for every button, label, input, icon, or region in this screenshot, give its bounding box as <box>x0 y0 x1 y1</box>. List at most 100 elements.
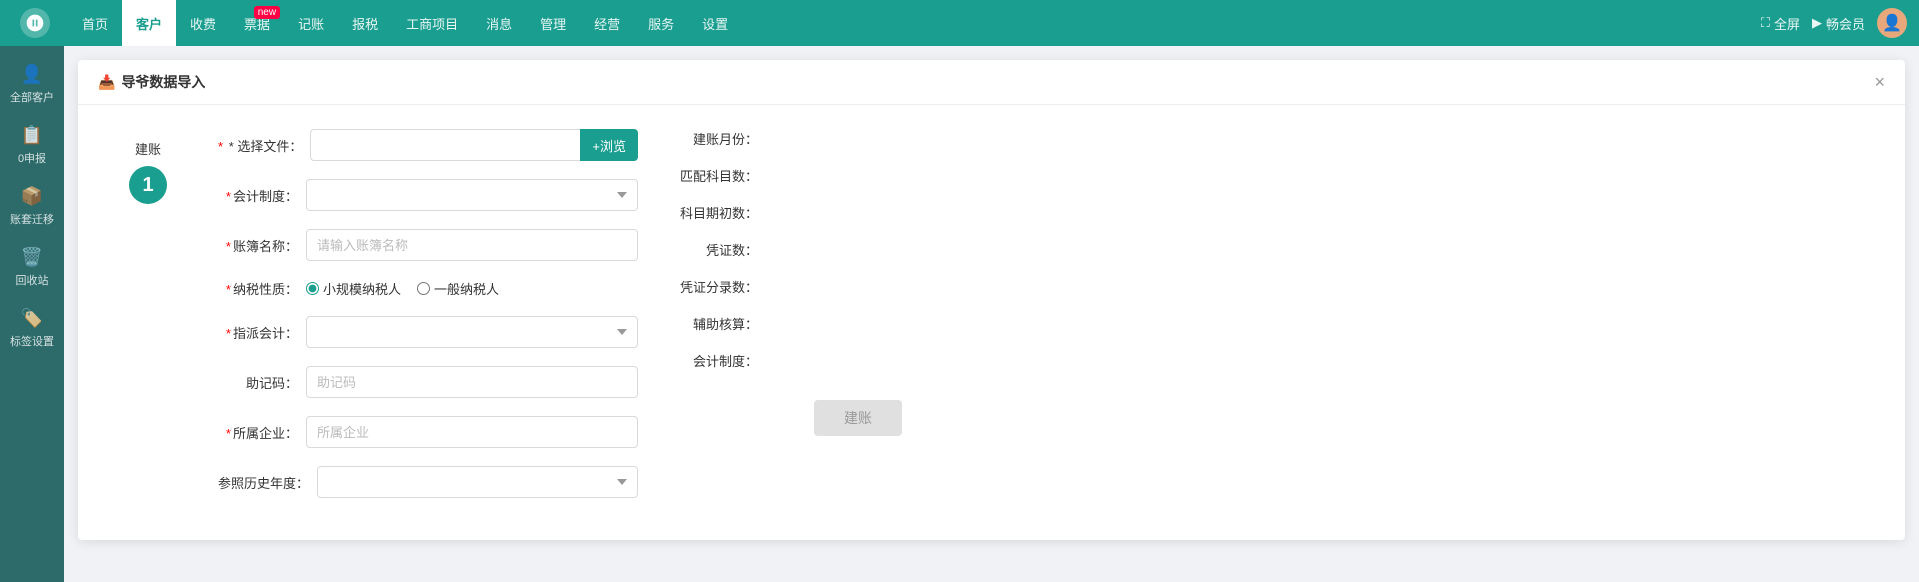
info-accounting-system-row: 会计制度： <box>668 351 1048 370</box>
tax-type-radio-group: 小规模纳税人 一般纳税人 <box>306 279 638 298</box>
nav-item-message[interactable]: 消息 <box>472 0 526 46</box>
auxiliary-label: 辅助核算： <box>668 314 758 333</box>
sidebar-item-tags[interactable]: 🏷️ 标签设置 <box>0 300 64 357</box>
migration-icon: 📦 <box>21 186 43 207</box>
affiliated-company-label: *所属企业： <box>218 423 298 442</box>
accounting-system-label: *会计制度： <box>218 186 298 205</box>
reference-year-select[interactable] <box>317 466 638 498</box>
file-input-wrap: +浏览 <box>310 129 638 161</box>
voucher-count-label: 凭证数： <box>668 240 758 259</box>
sidebar-item-migration[interactable]: 📦 账套迁移 <box>0 178 64 235</box>
logo[interactable] <box>12 0 58 46</box>
match-subjects-row: 匹配科目数： <box>668 166 1048 185</box>
memo-code-label: 助记码： <box>218 373 298 392</box>
memo-code-input[interactable] <box>306 366 638 398</box>
new-badge: new <box>254 6 280 19</box>
nav-item-invoice[interactable]: 票据 new <box>230 0 284 46</box>
info-accounting-system-label: 会计制度： <box>668 351 758 370</box>
assign-accountant-row: *指派会计： <box>218 316 638 348</box>
nav-item-operation[interactable]: 经营 <box>580 0 634 46</box>
vip-label: 畅会员 <box>1826 14 1865 33</box>
ledger-name-label: *账簿名称： <box>218 236 298 255</box>
info-section: 建账月份： 匹配科目数： 科目期初数： 凭证数： <box>668 129 1048 516</box>
voucher-count-row: 凭证数： <box>668 240 1048 259</box>
import-icon: 📥 <box>98 74 115 91</box>
subject-initial-label: 科目期初数： <box>668 203 758 222</box>
select-file-row: * * 选择文件： +浏览 <box>218 129 638 161</box>
close-button[interactable]: × <box>1874 73 1885 91</box>
build-month-row: 建账月份： <box>668 129 1048 148</box>
accounting-system-row: *会计制度： <box>218 179 638 211</box>
small-taxpayer-option[interactable]: 小规模纳税人 <box>306 279 401 298</box>
sidebar-item-label-recycle: 回收站 <box>16 272 49 288</box>
accounting-system-select[interactable] <box>306 179 638 211</box>
auxiliary-row: 辅助核算： <box>668 314 1048 333</box>
nav-items: 首页 客户 收费 票据 new 记账 报税 工商项目 消息 管理 经营 服务 设… <box>68 0 1761 46</box>
step-section: 建账 1 <box>108 129 188 516</box>
browse-button[interactable]: +浏览 <box>580 129 638 161</box>
nav-right: ⛶ 全屏 ▶ 畅会员 👤 <box>1761 8 1907 38</box>
logo-icon <box>20 8 50 38</box>
nav-item-manage[interactable]: 管理 <box>526 0 580 46</box>
main-layout: 👤 全部客户 📋 0申报 📦 账套迁移 🗑️ 回收站 🏷️ 标签设置 📥 <box>0 46 1919 582</box>
recycle-icon: 🗑️ <box>21 247 43 268</box>
nav-item-client[interactable]: 客户 <box>122 0 176 46</box>
small-taxpayer-radio[interactable] <box>306 282 319 295</box>
build-btn-row: 建账 <box>668 390 1048 436</box>
affiliated-company-row: *所属企业： <box>218 416 638 448</box>
memo-code-row: 助记码： <box>218 366 638 398</box>
vip-button[interactable]: ▶ 畅会员 <box>1812 14 1865 33</box>
form-section: * * 选择文件： +浏览 *会计制度： <box>218 129 638 516</box>
step-number: 1 <box>142 174 153 197</box>
all-clients-icon: 👤 <box>21 64 43 85</box>
subject-initial-row: 科目期初数： <box>668 203 1048 222</box>
nav-item-settings[interactable]: 设置 <box>688 0 742 46</box>
fullscreen-icon: ⛶ <box>1761 15 1770 31</box>
reference-year-row: 参照历史年度： <box>218 466 638 498</box>
assign-accountant-label: *指派会计： <box>218 323 298 342</box>
select-file-label: * * 选择文件： <box>218 136 302 155</box>
assign-accountant-select[interactable] <box>306 316 638 348</box>
dialog-title: 📥 导爷数据导入 <box>98 72 205 92</box>
sidebar: 👤 全部客户 📋 0申报 📦 账套迁移 🗑️ 回收站 🏷️ 标签设置 <box>0 46 64 582</box>
fullscreen-button[interactable]: ⛶ 全屏 <box>1761 14 1800 33</box>
nav-item-tax[interactable]: 报税 <box>338 0 392 46</box>
step-circle: 1 <box>129 166 167 204</box>
dialog: 📥 导爷数据导入 × 建账 1 <box>78 60 1905 540</box>
avatar[interactable]: 👤 <box>1877 8 1907 38</box>
affiliated-company-input[interactable] <box>306 416 638 448</box>
step-label: 建账 <box>135 139 161 158</box>
sidebar-item-label-tags: 标签设置 <box>10 333 54 349</box>
file-input[interactable] <box>310 129 580 161</box>
nav-item-bookkeeping[interactable]: 记账 <box>284 0 338 46</box>
reference-year-label: 参照历史年度： <box>218 473 309 492</box>
general-taxpayer-option[interactable]: 一般纳税人 <box>417 279 499 298</box>
sidebar-item-label-declaration: 0申报 <box>18 150 46 166</box>
voucher-entries-label: 凭证分录数： <box>668 277 758 296</box>
top-nav: 首页 客户 收费 票据 new 记账 报税 工商项目 消息 管理 经营 服务 设… <box>0 0 1919 46</box>
dialog-title-text: 导爷数据导入 <box>121 72 205 92</box>
voucher-entries-row: 凭证分录数： <box>668 277 1048 296</box>
build-month-label: 建账月份： <box>668 129 758 148</box>
dialog-header: 📥 导爷数据导入 × <box>78 60 1905 105</box>
sidebar-item-declaration[interactable]: 📋 0申报 <box>0 117 64 174</box>
sidebar-item-label-clients: 全部客户 <box>10 89 54 105</box>
nav-item-service[interactable]: 服务 <box>634 0 688 46</box>
nav-item-business[interactable]: 工商项目 <box>392 0 472 46</box>
general-taxpayer-radio[interactable] <box>417 282 430 295</box>
tags-icon: 🏷️ <box>21 308 43 329</box>
nav-item-home[interactable]: 首页 <box>68 0 122 46</box>
content-area: 📥 导爷数据导入 × 建账 1 <box>64 46 1919 582</box>
match-subjects-label: 匹配科目数： <box>668 166 758 185</box>
small-taxpayer-label: 小规模纳税人 <box>323 279 401 298</box>
sidebar-item-label-migration: 账套迁移 <box>10 211 54 227</box>
ledger-name-input[interactable] <box>306 229 638 261</box>
sidebar-item-recycle[interactable]: 🗑️ 回收站 <box>0 239 64 296</box>
nav-item-fee[interactable]: 收费 <box>176 0 230 46</box>
fullscreen-label: 全屏 <box>1774 14 1800 33</box>
general-taxpayer-label: 一般纳税人 <box>434 279 499 298</box>
dialog-body: 建账 1 * * 选择文件： +浏览 <box>78 105 1905 540</box>
build-account-button[interactable]: 建账 <box>814 400 902 436</box>
sidebar-item-all-clients[interactable]: 👤 全部客户 <box>0 56 64 113</box>
tax-type-row: *纳税性质： 小规模纳税人 一般纳税人 <box>218 279 638 298</box>
